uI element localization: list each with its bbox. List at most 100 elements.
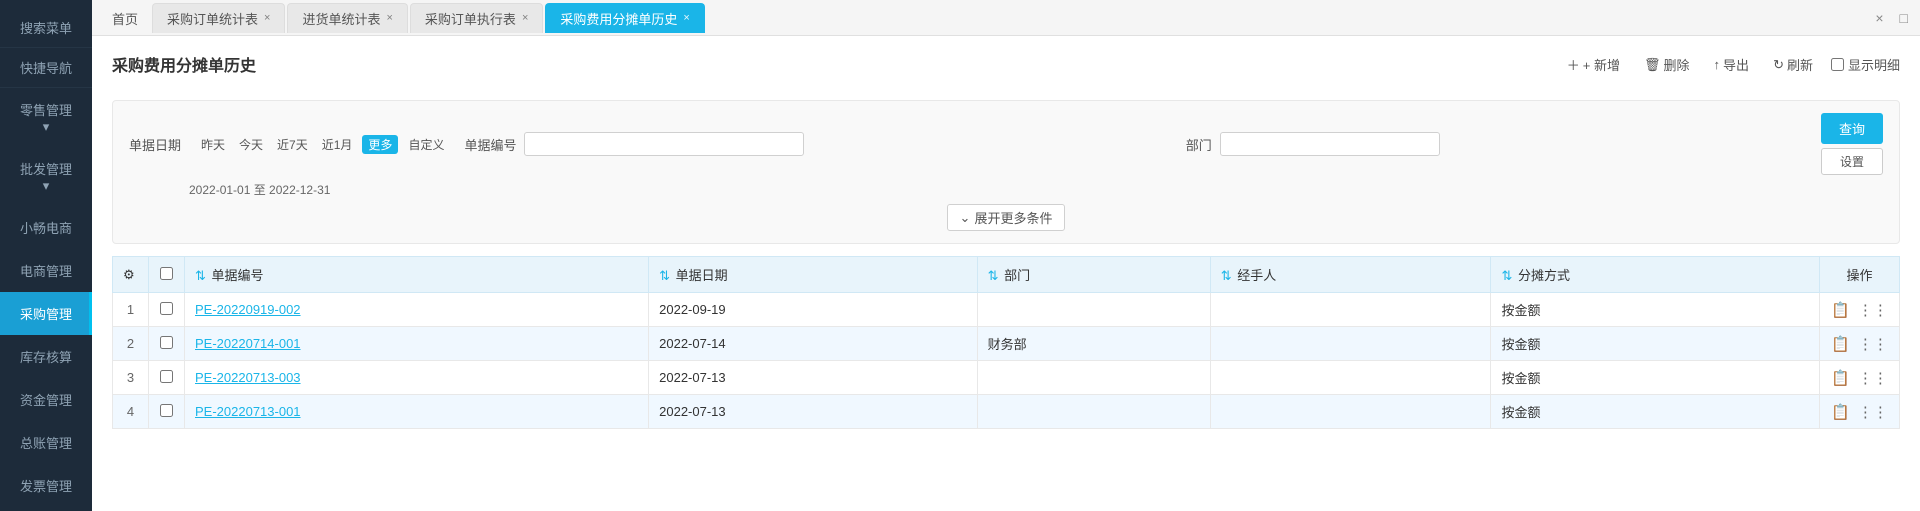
doc-no-link[interactable]: PE-20220713-003 — [195, 370, 301, 385]
content-area: 采购费用分摊单历史 ＋ + 新增 🗑 删除 ↑ 导出 ↻ 刷新 — [92, 36, 1920, 511]
action-more-icon[interactable]: ⋮⋮ — [1858, 369, 1888, 387]
row-checkbox-cell[interactable] — [149, 361, 185, 395]
table-row: 4 PE-20220713-001 2022-07-13 按金额 📋 ⋮⋮ — [113, 395, 1900, 429]
sidebar-item-ecom-small[interactable]: 小畅电商 — [0, 206, 92, 249]
table-splitmethod-header[interactable]: ⇅ 分摊方式 — [1491, 257, 1820, 293]
row-docno[interactable]: PE-20220713-003 — [185, 361, 649, 395]
row-number: 3 — [113, 361, 149, 395]
delete-button[interactable]: 🗑 删除 — [1638, 52, 1696, 77]
close-window-icon[interactable]: × — [1871, 8, 1887, 28]
row-checkbox[interactable] — [160, 336, 173, 349]
row-handler — [1210, 395, 1491, 429]
top-toolbar: ＋ + 新增 🗑 删除 ↑ 导出 ↻ 刷新 显示明细 — [1561, 52, 1900, 77]
sidebar-item-wholesale[interactable]: 批发管理 ▾ — [0, 147, 92, 206]
tab-bar-actions: × □ — [1871, 8, 1912, 28]
sort-icon: ⇅ — [1221, 268, 1232, 283]
row-checkbox[interactable] — [160, 370, 173, 383]
row-actions: 📋 ⋮⋮ — [1820, 395, 1900, 429]
doc-no-link[interactable]: PE-20220713-001 — [195, 404, 301, 419]
sidebar-item-finance[interactable]: 资金管理 — [0, 378, 92, 421]
show-columns-label: 显示明细 — [1848, 55, 1900, 74]
table-docdate-header[interactable]: ⇅ 单据日期 — [649, 257, 977, 293]
sidebar-item-ledger[interactable]: 总账管理 — [0, 421, 92, 464]
export-button[interactable]: ↑ 导出 — [1708, 52, 1756, 77]
date-btn-1month[interactable]: 近1月 — [318, 135, 357, 154]
table-docno-header[interactable]: ⇅ 单据编号 — [185, 257, 649, 293]
table-checkbox-header[interactable] — [149, 257, 185, 293]
sidebar-item-inventory[interactable]: 库存核算 — [0, 335, 92, 378]
sidebar-item-label: 搜索菜单 — [4, 18, 88, 37]
page-header: 采购费用分摊单历史 ＋ + 新增 🗑 删除 ↑ 导出 ↻ 刷新 — [112, 52, 1900, 90]
sidebar-item-purchase[interactable]: 采购管理 — [0, 292, 92, 335]
add-button[interactable]: ＋ + 新增 — [1561, 52, 1626, 77]
row-checkbox-cell[interactable] — [149, 293, 185, 327]
sidebar-item-label: 小畅电商 — [4, 218, 88, 237]
expand-conditions-button[interactable]: ⌄ 展开更多条件 — [947, 204, 1066, 231]
action-edit-icon[interactable]: 📋 — [1831, 369, 1850, 387]
row-checkbox[interactable] — [160, 404, 173, 417]
sidebar: 搜索菜单 快捷导航 零售管理 ▾ 批发管理 ▾ 小畅电商 电商管理 采购管理 库… — [0, 0, 92, 511]
dept-select[interactable] — [1220, 132, 1440, 156]
sidebar-item-shortcut[interactable]: 快捷导航 — [0, 48, 92, 88]
table-dept-header[interactable]: ⇅ 部门 — [977, 257, 1210, 293]
row-dept — [977, 395, 1210, 429]
doc-no-input[interactable] — [524, 132, 804, 156]
doc-no-link[interactable]: PE-20220714-001 — [195, 336, 301, 351]
close-icon[interactable]: × — [386, 12, 392, 24]
sort-icon: ⇅ — [1501, 268, 1512, 283]
action-edit-icon[interactable]: 📋 — [1831, 301, 1850, 319]
refresh-icon: ↻ — [1773, 57, 1784, 73]
sidebar-item-label: 采购管理 — [4, 304, 88, 323]
date-btn-yesterday[interactable]: 昨天 — [197, 135, 229, 154]
row-checkbox-cell[interactable] — [149, 327, 185, 361]
setting-button[interactable]: 设置 — [1821, 148, 1883, 175]
maximize-icon[interactable]: □ — [1896, 8, 1912, 28]
show-columns-checkbox[interactable] — [1831, 58, 1844, 71]
row-docdate: 2022-09-19 — [649, 293, 977, 327]
date-btn-more[interactable]: 更多 — [362, 135, 398, 154]
sidebar-item-ecom[interactable]: 电商管理 — [0, 249, 92, 292]
delete-icon: 🗑 — [1644, 57, 1661, 73]
tab-goods-receipt-stats[interactable]: 进货单统计表 × — [287, 3, 407, 33]
select-all-checkbox[interactable] — [160, 267, 173, 280]
date-btn-custom[interactable]: 自定义 — [404, 135, 448, 154]
tab-purchase-order-stats[interactable]: 采购订单统计表 × — [152, 3, 285, 33]
close-icon[interactable]: × — [683, 12, 689, 24]
date-range-display: 2022-01-01 至 2022-12-31 — [189, 183, 330, 197]
close-icon[interactable]: × — [264, 12, 270, 24]
action-more-icon[interactable]: ⋮⋮ — [1858, 301, 1888, 319]
date-btn-today[interactable]: 今天 — [235, 135, 267, 154]
tab-purchase-order-exec[interactable]: 采购订单执行表 × — [410, 3, 543, 33]
close-icon[interactable]: × — [522, 12, 528, 24]
chevron-down-icon: ▾ — [43, 119, 50, 134]
tab-label: 采购订单统计表 — [167, 9, 258, 28]
table-settings-header[interactable]: ⚙ — [113, 257, 149, 293]
row-handler — [1210, 293, 1491, 327]
row-docno[interactable]: PE-20220713-001 — [185, 395, 649, 429]
query-button[interactable]: 查询 — [1821, 113, 1883, 144]
action-edit-icon[interactable]: 📋 — [1831, 335, 1850, 353]
action-more-icon[interactable]: ⋮⋮ — [1858, 335, 1888, 353]
row-dept: 财务部 — [977, 327, 1210, 361]
sidebar-item-label: 资金管理 — [4, 390, 88, 409]
tab-purchase-cost-split[interactable]: 采购费用分摊单历史 × — [545, 3, 704, 33]
refresh-button[interactable]: ↻ 刷新 — [1767, 52, 1819, 77]
sort-icon: ⇅ — [659, 268, 670, 283]
show-columns-toggle[interactable]: 显示明细 — [1831, 55, 1900, 74]
row-splitmethod: 按金额 — [1491, 293, 1820, 327]
row-docno[interactable]: PE-20220714-001 — [185, 327, 649, 361]
doc-no-link[interactable]: PE-20220919-002 — [195, 302, 301, 317]
action-more-icon[interactable]: ⋮⋮ — [1858, 403, 1888, 421]
sidebar-item-search[interactable]: 搜索菜单 — [0, 8, 92, 48]
row-checkbox[interactable] — [160, 302, 173, 315]
row-docno[interactable]: PE-20220919-002 — [185, 293, 649, 327]
table-handler-header[interactable]: ⇅ 经手人 — [1210, 257, 1491, 293]
sidebar-item-label: 发票管理 — [4, 476, 88, 495]
action-edit-icon[interactable]: 📋 — [1831, 403, 1850, 421]
date-btn-7days[interactable]: 近7天 — [273, 135, 312, 154]
row-dept — [977, 361, 1210, 395]
sidebar-item-invoice[interactable]: 发票管理 — [0, 464, 92, 507]
tab-home[interactable]: 首页 — [100, 3, 150, 33]
sidebar-item-retail[interactable]: 零售管理 ▾ — [0, 88, 92, 147]
row-checkbox-cell[interactable] — [149, 395, 185, 429]
